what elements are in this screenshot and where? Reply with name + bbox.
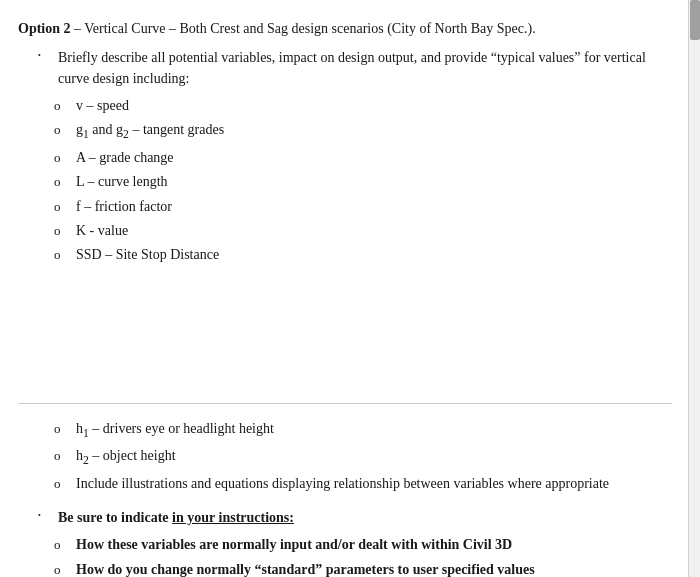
sub-item-ssd: o SSD – Site Stop Distance [54, 244, 672, 266]
sub-item-b2-2: o How do you change normally “standard” … [54, 559, 672, 577]
main-bullet-1: • Briefly describe all potential variabl… [38, 47, 672, 89]
circle-icon-v: o [54, 96, 72, 117]
sub-item-k: o K - value [54, 220, 672, 242]
sub-text-v: v – speed [76, 95, 129, 117]
sub-text-l: L – curve length [76, 171, 168, 193]
option-bold: Option 2 [18, 21, 71, 36]
circle-icon-ssd: o [54, 245, 72, 266]
bullet2-bold-text: Be sure to indicate in your instructions… [58, 510, 294, 525]
circle-icon-h1: o [54, 419, 72, 440]
sub-text-a: A – grade change [76, 147, 174, 169]
circle-icon-b2-2: o [54, 560, 72, 577]
sub-item-b2-1: o How these variables are normally input… [54, 534, 672, 556]
sub-text-f: f – friction factor [76, 196, 172, 218]
main-bullet-1-text: Briefly describe all potential variables… [58, 47, 672, 89]
option-heading: Option 2 – Vertical Curve – Both Crest a… [18, 18, 672, 39]
circle-icon-a: o [54, 148, 72, 169]
sub-text-b2-2: How do you change normally “standard” pa… [76, 559, 535, 577]
circle-icon-k: o [54, 221, 72, 242]
sub-text-b2-1-bold: How these variables are normally input a… [76, 537, 512, 552]
sub-list-top: o v – speed o g1 and g2 – tangent grades… [54, 95, 672, 267]
sub-text-illus: Include illustrations and equations disp… [76, 473, 609, 495]
main-bullet-2: • Be sure to indicate in your instructio… [38, 507, 672, 528]
bullet-icon-2: • [38, 511, 54, 520]
circle-icon-h2: o [54, 446, 72, 467]
bullet2-underline-text: in your instructions: [172, 510, 294, 525]
main-bullet-2-text: Be sure to indicate in your instructions… [58, 507, 294, 528]
sub-text-ssd: SSD – Site Stop Distance [76, 244, 219, 266]
circle-icon-f: o [54, 197, 72, 218]
sub-item-g: o g1 and g2 – tangent grades [54, 119, 672, 144]
bullet-icon-1: • [38, 51, 54, 60]
sub-item-l: o L – curve length [54, 171, 672, 193]
sub-item-h2: o h2 – object height [54, 445, 672, 470]
scrollbar-track[interactable] [688, 0, 700, 577]
divider [18, 403, 672, 404]
sub-list-bullet2: o How these variables are normally input… [54, 534, 672, 577]
circle-icon-b2-1: o [54, 535, 72, 556]
circle-icon-l: o [54, 172, 72, 193]
sub-item-h1: o h1 – drivers eye or headlight height [54, 418, 672, 443]
scrollbar-thumb[interactable] [690, 0, 700, 40]
circle-icon-illus: o [54, 474, 72, 495]
sub-item-v: o v – speed [54, 95, 672, 117]
sub-list-bottom: o h1 – drivers eye or headlight height o… [54, 418, 672, 495]
sub-item-illus: o Include illustrations and equations di… [54, 473, 672, 495]
sub-text-b2-2-bold: How do you change normally “standard” pa… [76, 562, 535, 577]
sub-text-b2-1: How these variables are normally input a… [76, 534, 512, 556]
circle-icon-g: o [54, 120, 72, 141]
spacer-area [18, 269, 672, 389]
page-container: Option 2 – Vertical Curve – Both Crest a… [0, 0, 700, 577]
sub-text-h1: h1 – drivers eye or headlight height [76, 418, 274, 443]
sub-text-h2: h2 – object height [76, 445, 176, 470]
sub-text-k: K - value [76, 220, 128, 242]
sub-text-g: g1 and g2 – tangent grades [76, 119, 224, 144]
option-rest: – Vertical Curve – Both Crest and Sag de… [71, 21, 536, 36]
sub-item-f: o f – friction factor [54, 196, 672, 218]
inter-bullet-spacer [18, 497, 672, 507]
sub-item-a: o A – grade change [54, 147, 672, 169]
